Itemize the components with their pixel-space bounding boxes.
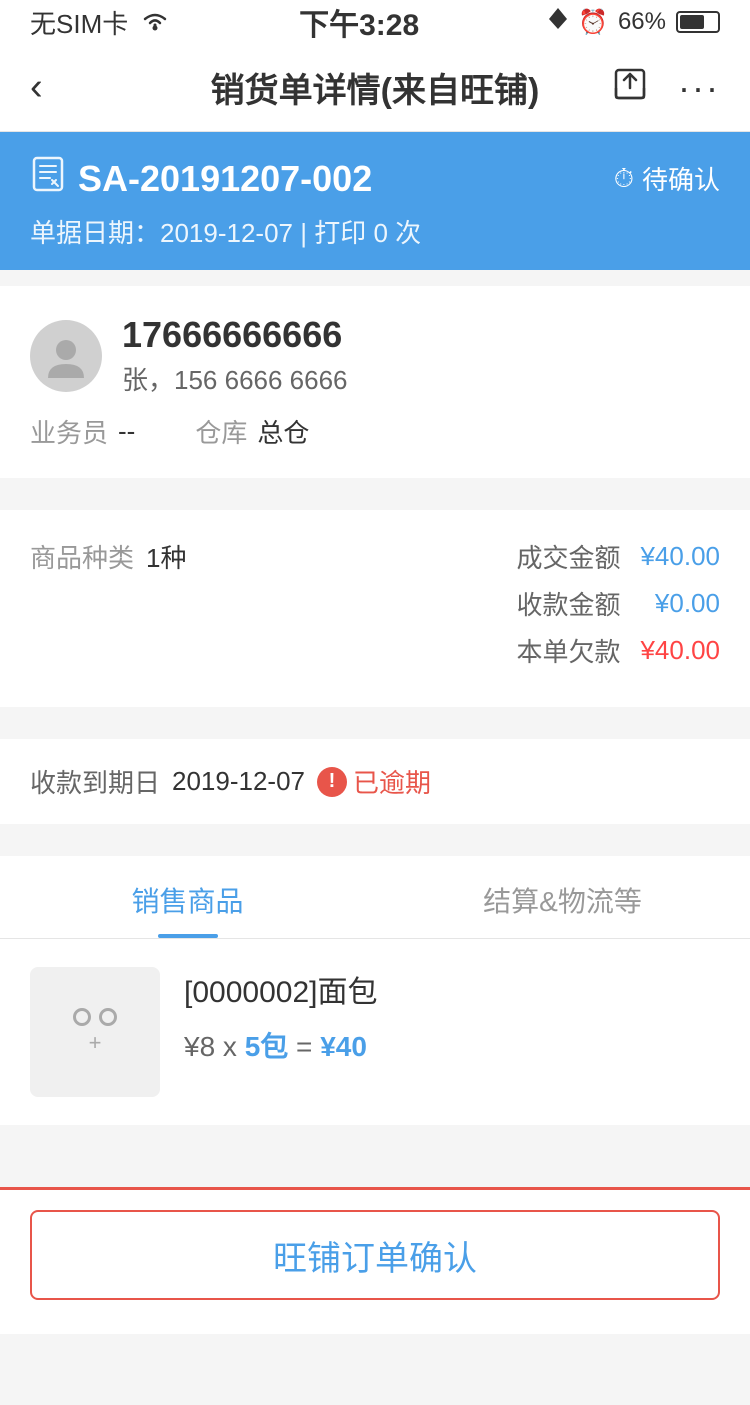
page-title: 销货单详情(来自旺铺) <box>211 63 540 112</box>
overdue-badge: ! 已逾期 <box>317 763 431 800</box>
product-item: + [0000002]面包 ¥8 x 5包 = ¥40 <box>30 967 720 1097</box>
battery-icon <box>676 11 720 33</box>
divider-2 <box>0 494 750 510</box>
owl-eyes <box>73 1008 117 1026</box>
product-name: [0000002]面包 <box>184 967 720 1011</box>
sales-rep-item: 业务员 -- <box>30 413 135 450</box>
product-thumbnail: + <box>30 967 160 1097</box>
warehouse-value: 总仓 <box>257 413 309 450</box>
transaction-amount-value: ¥40.00 <box>640 541 720 572</box>
debt-amount-row: 本单欠款 ¥40.00 <box>516 632 720 669</box>
owl-eye-right <box>99 1008 117 1026</box>
product-image: + <box>30 967 160 1097</box>
due-date-value: 2019-12-07 <box>172 766 305 797</box>
battery-percent: 66% <box>618 8 666 36</box>
header-banner: SA-20191207-002 ⏱ 待确认 单据日期：2019-12-07 | … <box>0 132 750 270</box>
location-icon <box>548 7 568 38</box>
debt-amount-label: 本单欠款 <box>516 632 620 669</box>
owl-logo: + <box>73 1008 117 1056</box>
info-section: 商品种类 1种 成交金额 ¥40.00 收款金额 ¥0.00 本单欠款 ¥40.… <box>0 510 750 707</box>
customer-info: 17666666666 张，156 6666 6666 <box>122 314 348 397</box>
due-date-label: 收款到期日 <box>30 763 160 800</box>
divider-1 <box>0 270 750 286</box>
sales-rep-label: 业务员 <box>30 413 108 450</box>
product-type-value: 1种 <box>146 538 186 575</box>
divider-3 <box>0 723 750 739</box>
payment-amount-label: 收款金额 <box>516 585 620 622</box>
overdue-warning-icon: ! <box>317 767 347 797</box>
status-bar: 无SIM卡 下午3:28 ⏰ 66% <box>0 0 750 44</box>
owl-eye-left <box>73 1008 91 1026</box>
order-id-row: SA-20191207-002 <box>30 156 372 201</box>
customer-section: 17666666666 张，156 6666 6666 业务员 -- 仓库 总仓 <box>0 286 750 478</box>
wifi-icon <box>140 7 170 38</box>
warehouse-label: 仓库 <box>195 413 247 450</box>
order-id: SA-20191207-002 <box>78 158 372 200</box>
status-left: 无SIM卡 <box>30 4 170 41</box>
product-section: + [0000002]面包 ¥8 x 5包 = ¥40 <box>0 939 750 1125</box>
banner-top: SA-20191207-002 ⏱ 待确认 <box>30 156 720 201</box>
nav-actions: ··· <box>612 66 720 110</box>
product-type-info: 商品种类 1种 <box>30 538 186 575</box>
more-icon[interactable]: ··· <box>678 67 720 109</box>
equals-sign: = <box>288 1031 320 1062</box>
nav-bar: ‹ 销货单详情(来自旺铺) ··· <box>0 44 750 132</box>
order-icon <box>30 156 66 201</box>
order-status: ⏱ 待确认 <box>614 160 720 197</box>
customer-top: 17666666666 张，156 6666 6666 <box>30 314 720 397</box>
tab-settle-logistics[interactable]: 结算&物流等 <box>375 856 750 938</box>
transaction-amount-label: 成交金额 <box>516 538 620 575</box>
divider-4 <box>0 840 750 856</box>
customer-meta: 业务员 -- 仓库 总仓 <box>30 413 720 450</box>
customer-name-detail: 张，156 6666 6666 <box>122 360 348 397</box>
payment-amount-row: 收款金额 ¥0.00 <box>516 585 720 622</box>
warehouse-item: 仓库 总仓 <box>195 413 309 450</box>
unit-price: ¥8 x <box>184 1031 245 1062</box>
status-text: 待确认 <box>642 160 720 197</box>
overdue-text: 已逾期 <box>353 763 431 800</box>
info-row: 商品种类 1种 成交金额 ¥40.00 收款金额 ¥0.00 本单欠款 ¥40.… <box>30 538 720 679</box>
transaction-amount-row: 成交金额 ¥40.00 <box>516 538 720 575</box>
bottom-bar: 旺铺订单确认 <box>0 1187 750 1334</box>
tabs-header: 销售商品 结算&物流等 <box>0 856 750 939</box>
alarm-icon: ⏰ <box>578 8 608 37</box>
order-date-info: 单据日期：2019-12-07 | 打印 0 次 <box>30 213 720 250</box>
due-date-section: 收款到期日 2019-12-07 ! 已逾期 <box>0 739 750 824</box>
product-details: [0000002]面包 ¥8 x 5包 = ¥40 <box>184 967 720 1065</box>
status-right: ⏰ 66% <box>548 7 720 38</box>
clock-icon: ⏱ <box>614 163 634 195</box>
quantity-value: 5包 <box>245 1031 289 1062</box>
product-type-label: 商品种类 <box>30 538 134 575</box>
back-button[interactable]: ‹ <box>20 56 53 119</box>
export-icon[interactable] <box>612 66 648 110</box>
tabs-section: 销售商品 结算&物流等 <box>0 856 750 939</box>
debt-amount-value: ¥40.00 <box>640 635 720 666</box>
status-time: 下午3:28 <box>299 0 419 44</box>
owl-plus-text: + <box>89 1030 102 1056</box>
avatar <box>30 320 102 392</box>
payment-amount-value: ¥0.00 <box>655 588 720 619</box>
carrier-text: 无SIM卡 <box>30 4 128 41</box>
confirm-order-button[interactable]: 旺铺订单确认 <box>30 1210 720 1300</box>
amount-info: 成交金额 ¥40.00 收款金额 ¥0.00 本单欠款 ¥40.00 <box>516 538 720 679</box>
tab-sales-product[interactable]: 销售商品 <box>0 856 375 938</box>
total-price: ¥40 <box>320 1031 367 1062</box>
sales-rep-value: -- <box>118 416 135 447</box>
customer-phone: 17666666666 <box>122 314 348 356</box>
product-price-formula: ¥8 x 5包 = ¥40 <box>184 1025 720 1065</box>
